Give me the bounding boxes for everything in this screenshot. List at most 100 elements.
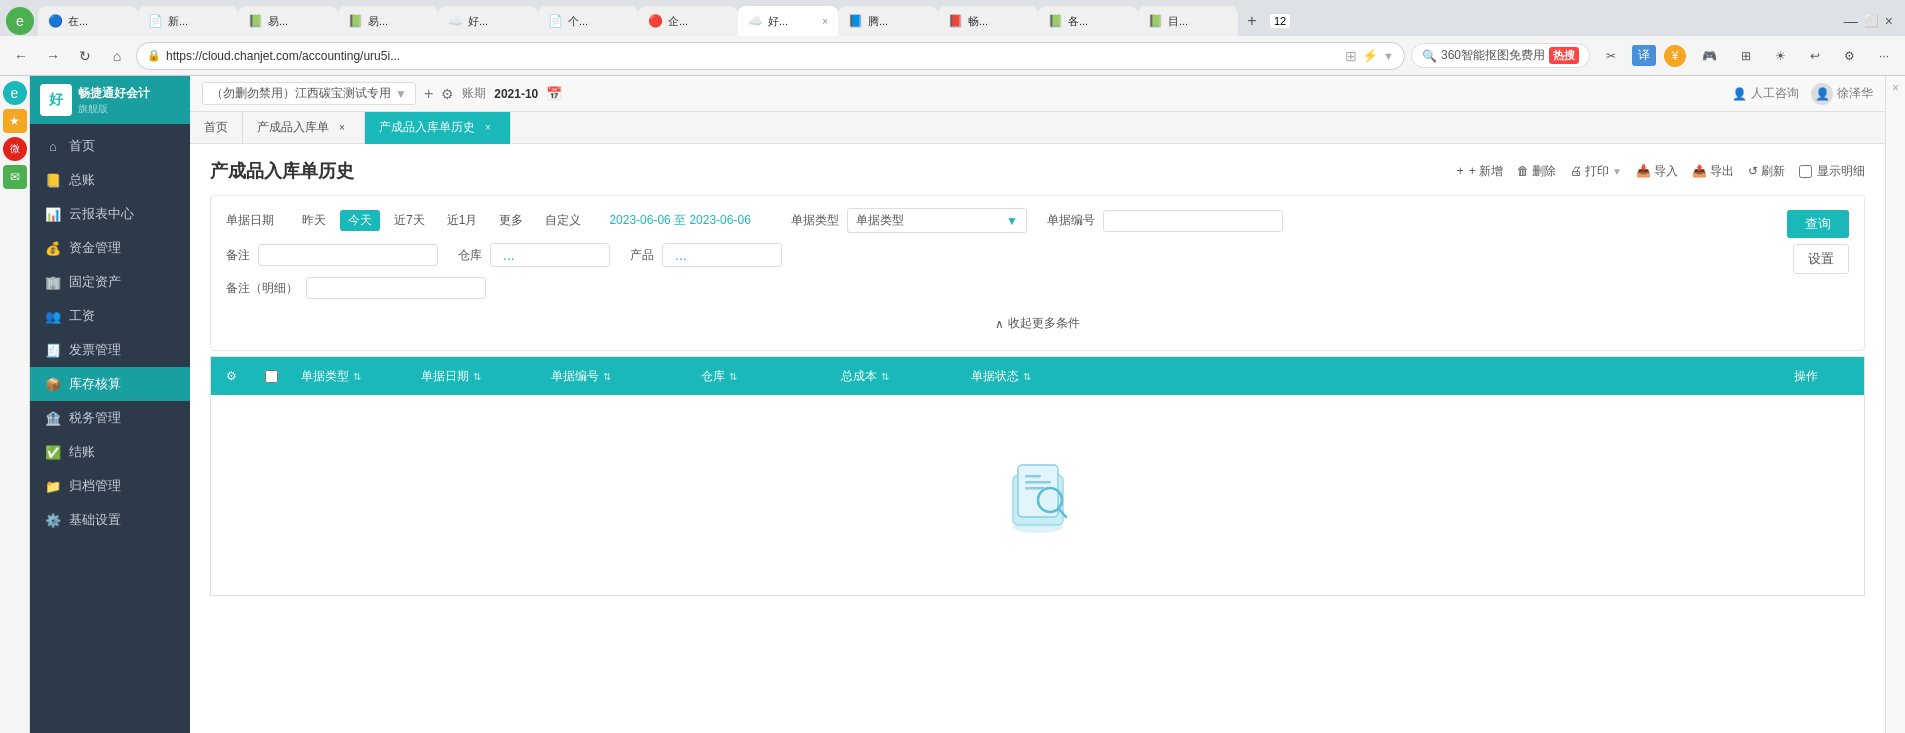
sidebar-item-home[interactable]: ⌂ 首页	[30, 129, 190, 163]
warehouse-select[interactable]: ...	[490, 243, 610, 267]
address-bar[interactable]: 🔒 https://cloud.chanjet.com/accounting/u…	[136, 42, 1405, 70]
scissors-btn[interactable]: ✂	[1598, 47, 1624, 65]
calendar-icon[interactable]: 📅	[546, 86, 562, 101]
date-btn-yesterday[interactable]: 昨天	[294, 210, 334, 231]
select-all-checkbox[interactable]	[265, 370, 278, 383]
yuan-btn[interactable]: ¥	[1664, 45, 1686, 67]
refresh-btn[interactable]: ↺ 刷新	[1748, 163, 1785, 180]
tax-icon: 🏦	[45, 410, 61, 426]
icon-bar-mail[interactable]: ✉	[3, 165, 27, 189]
print-dropdown-icon[interactable]: ▼	[1612, 166, 1622, 177]
date-btn-today[interactable]: 今天	[340, 210, 380, 231]
forward-button[interactable]: →	[40, 43, 66, 69]
browser-tab-11[interactable]: 📗 各...	[1038, 6, 1138, 36]
sidebar-item-settings[interactable]: ⚙️ 基础设置	[30, 503, 190, 537]
browser-tab-5[interactable]: ☁️ 好...	[438, 6, 538, 36]
import-btn[interactable]: 📥 导入	[1636, 163, 1678, 180]
th-voucher-type[interactable]: 单据类型 ⇅	[291, 368, 411, 385]
add-company-btn[interactable]: +	[424, 85, 433, 103]
remarks-input[interactable]	[258, 244, 438, 266]
browser-tab-2[interactable]: 📄 新...	[138, 6, 238, 36]
collapse-btn[interactable]: ∧ 收起更多条件	[226, 309, 1849, 338]
date-btn-more[interactable]: 更多	[491, 210, 531, 231]
company-selector[interactable]: （勿删勿禁用）江西碳宝测试专用 ▼	[202, 82, 416, 105]
tab-list-close[interactable]: ×	[334, 120, 350, 136]
search-box[interactable]: 🔍 360智能抠图免费用 热搜	[1411, 43, 1590, 68]
refresh-label: 刷新	[1761, 163, 1785, 180]
browser-tab-9[interactable]: 📘 腾...	[838, 6, 938, 36]
icon-bar-star[interactable]: ★	[3, 109, 27, 133]
th-status[interactable]: 单据状态 ⇅	[961, 368, 1101, 385]
tab-label-5: 好...	[468, 14, 488, 29]
show-detail-checkbox-area[interactable]: 显示明细	[1799, 163, 1865, 180]
sidebar-item-checkout[interactable]: ✅ 结账	[30, 435, 190, 469]
settings-button[interactable]: 设置	[1793, 244, 1849, 274]
voucher-no-input[interactable]	[1103, 210, 1283, 232]
browser-tab-12[interactable]: 📗 目...	[1138, 6, 1238, 36]
company-settings-btn[interactable]: ⚙	[441, 86, 454, 102]
sidebar-item-payroll[interactable]: 👥 工资	[30, 299, 190, 333]
browser-tab-10[interactable]: 📕 畅...	[938, 6, 1038, 36]
close-window-button[interactable]: ×	[1885, 13, 1893, 29]
browser-tab-1[interactable]: 🔵 在...	[38, 6, 138, 36]
home-button[interactable]: ⌂	[104, 43, 130, 69]
browser-tab-3[interactable]: 📗 易...	[238, 6, 338, 36]
sidebar-item-reports[interactable]: 📊 云报表中心	[30, 197, 190, 231]
browser-tab-8[interactable]: ☁️ 好... ×	[738, 6, 838, 36]
icon-bar-weibo[interactable]: 微	[3, 137, 27, 161]
sidebar-item-archive[interactable]: 📁 归档管理	[30, 469, 190, 503]
browser-tab-4[interactable]: 📗 易...	[338, 6, 438, 36]
th-warehouse[interactable]: 仓库 ⇅	[691, 368, 831, 385]
print-btn[interactable]: 🖨 打印 ▼	[1570, 163, 1622, 180]
th-settings[interactable]: ⚙	[211, 369, 251, 383]
new-btn[interactable]: + + 新增	[1457, 163, 1503, 180]
tab-list[interactable]: 产成品入库单 ×	[243, 112, 365, 144]
back-button[interactable]: ←	[8, 43, 34, 69]
user-avatar[interactable]: 👤 徐泽华	[1811, 83, 1873, 105]
sidebar-item-assets[interactable]: 🏢 固定资产	[30, 265, 190, 299]
sidebar-item-invoice[interactable]: 🧾 发票管理	[30, 333, 190, 367]
delete-btn[interactable]: 🗑 删除	[1517, 163, 1556, 180]
th-checkbox[interactable]	[251, 370, 291, 383]
voucher-type-select[interactable]: 单据类型 ▼	[847, 208, 1027, 233]
th-date[interactable]: 单据日期 ⇅	[411, 368, 541, 385]
product-select[interactable]: ...	[662, 243, 782, 267]
show-detail-checkbox[interactable]	[1799, 165, 1812, 178]
remarks-detail-input[interactable]	[306, 277, 486, 299]
tab-home[interactable]: 首页	[190, 112, 243, 144]
export-btn[interactable]: 📤 导出	[1692, 163, 1734, 180]
user-service-btn[interactable]: 👤 人工咨询	[1732, 85, 1799, 102]
tab-close-8[interactable]: ×	[822, 16, 828, 27]
app-logo[interactable]: e	[3, 81, 27, 105]
period-label: 账期	[462, 85, 486, 102]
refresh-button[interactable]: ↻	[72, 43, 98, 69]
back2-btn[interactable]: ↩	[1802, 47, 1828, 65]
minimize-button[interactable]: —	[1844, 13, 1858, 29]
maximize-button[interactable]: ⬜	[1864, 14, 1879, 28]
date-btn-1month[interactable]: 近1月	[439, 210, 486, 231]
sidebar-item-funds[interactable]: 💰 资金管理	[30, 231, 190, 265]
game-btn[interactable]: 🎮	[1694, 47, 1725, 65]
sidebar-item-ledger[interactable]: 📒 总账	[30, 163, 190, 197]
translate-btn[interactable]: 译	[1632, 45, 1656, 66]
th-total-cost[interactable]: 总成本 ⇅	[831, 368, 961, 385]
date-btn-7days[interactable]: 近7天	[386, 210, 433, 231]
sidebar-label-payroll: 工资	[69, 307, 95, 325]
right-panel-close[interactable]: ×	[1892, 81, 1899, 95]
query-button[interactable]: 查询	[1787, 210, 1849, 238]
dropdown-arrow[interactable]: ▼	[1383, 50, 1394, 62]
tab-history-close[interactable]: ×	[480, 120, 496, 136]
sun-btn[interactable]: ☀	[1767, 47, 1794, 65]
browser-tab-7[interactable]: 🔴 企...	[638, 6, 738, 36]
th-voucher-no[interactable]: 单据编号 ⇅	[541, 368, 691, 385]
tab-history[interactable]: 产成品入库单历史 ×	[365, 112, 511, 144]
sidebar-item-tax[interactable]: 🏦 税务管理	[30, 401, 190, 435]
apps-btn[interactable]: ⊞	[1733, 47, 1759, 65]
date-btn-custom[interactable]: 自定义	[537, 210, 589, 231]
sidebar-item-inventory[interactable]: 📦 库存核算	[30, 367, 190, 401]
th-status-label: 单据状态	[971, 368, 1019, 385]
more-btn[interactable]: ···	[1871, 47, 1897, 65]
new-tab-button[interactable]: +	[1238, 7, 1266, 35]
settings-gear-btn[interactable]: ⚙	[1836, 47, 1863, 65]
browser-tab-6[interactable]: 📄 个...	[538, 6, 638, 36]
